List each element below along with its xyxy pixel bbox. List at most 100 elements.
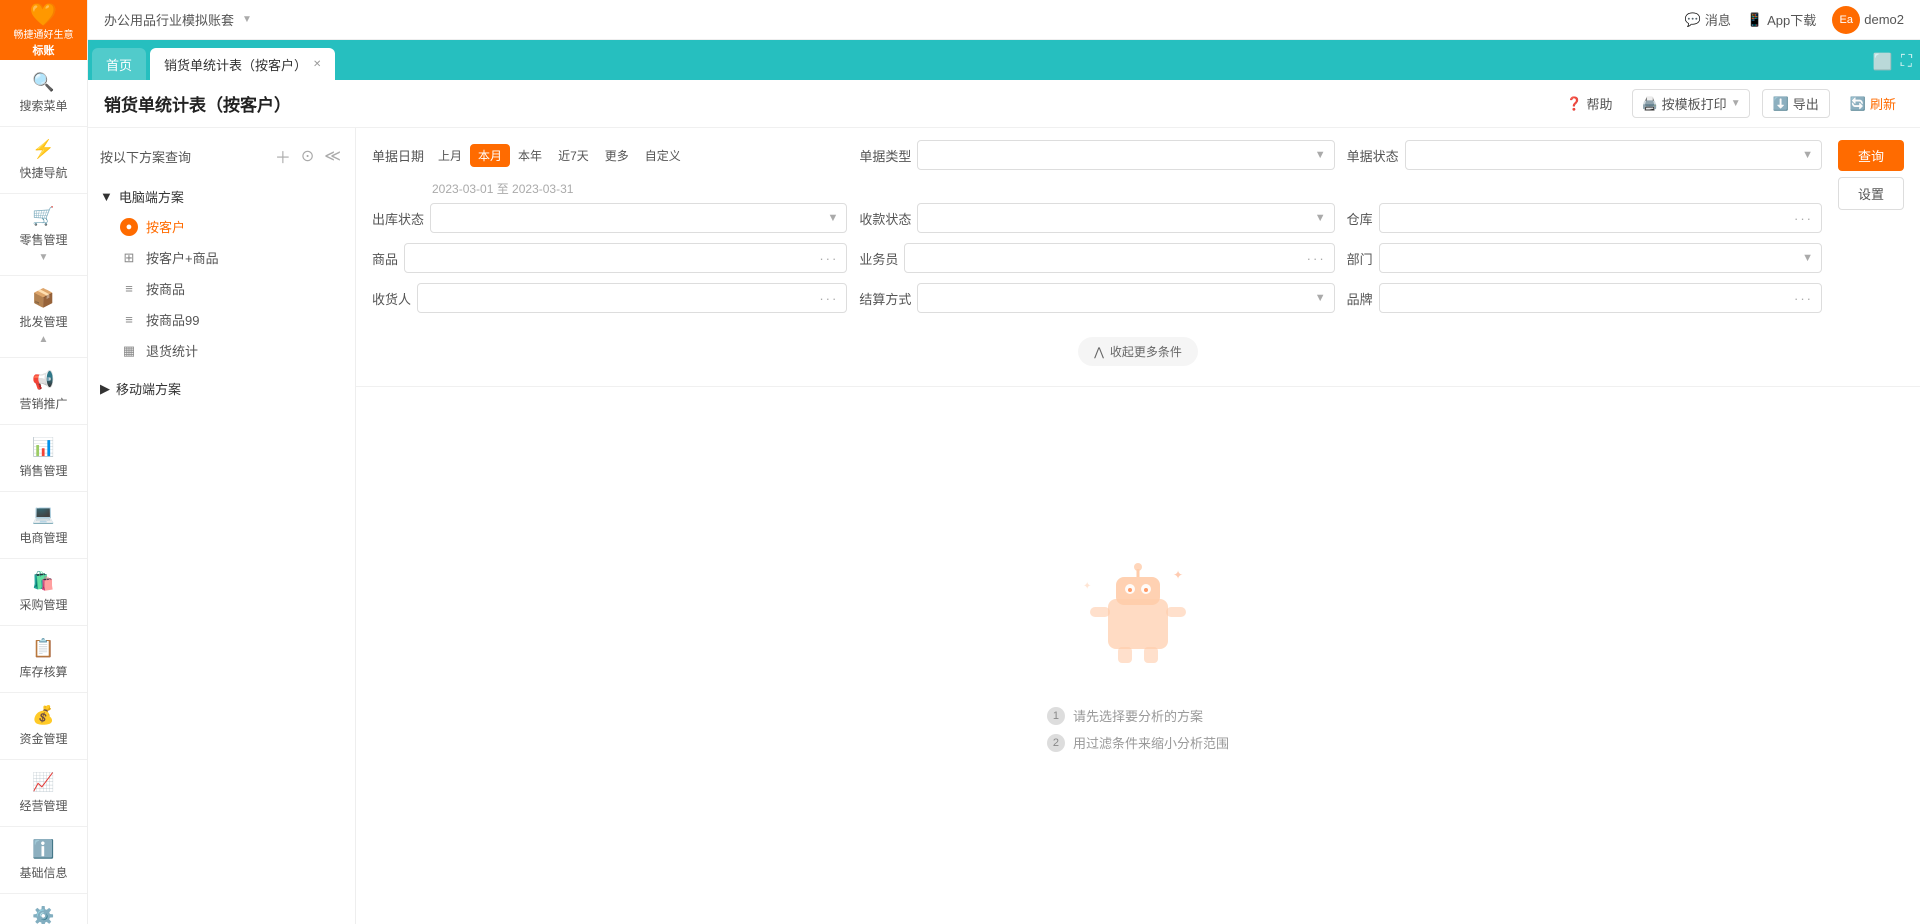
finance-icon: 💰 [32,705,54,726]
sidebar-item-label: 库存核算 [19,663,67,680]
department-arrow: ▼ [1802,252,1813,264]
scheme-add-icon[interactable]: ＋ [273,142,293,170]
export-button[interactable]: ⬇️ 导出 [1762,89,1830,118]
scheme-item-by-customer-goods[interactable]: ⊞ 按客户+商品 [88,242,355,273]
sidebar-item-label: 搜索菜单 [19,97,67,114]
date-btn-this-year[interactable]: 本年 [510,144,550,167]
page-actions: ❓ 帮助 🖨️ 按模板打印 ▼ ⬇️ 导出 🔄 刷新 [1558,89,1904,118]
tab-home[interactable]: 首页 [92,48,146,80]
help-label: 帮助 [1586,94,1612,113]
message-button[interactable]: 💬 消息 [1685,10,1731,29]
sidebar-item-label: 基础信息 [19,864,67,881]
scheme-group-mobile-title[interactable]: ▶ 移动端方案 [88,374,355,403]
tip-num-1: 1 [1047,707,1065,725]
message-label: 消息 [1705,10,1731,29]
doc-type-select[interactable]: ▼ [917,140,1334,170]
tab-close-icon[interactable]: ✕ [313,59,321,70]
scheme-collapse-icon[interactable]: ≪ [322,144,343,168]
department-select[interactable]: ▼ [1379,243,1822,273]
settings-button[interactable]: 设置 [1838,177,1904,210]
breadcrumb-text: 办公用品行业模拟账套 [104,10,234,29]
filter-cell-doc-status: 单据状态 ▼ [1347,140,1822,170]
scheme-panel-header: 按以下方案查询 ＋ ⊙ ≪ [88,136,355,178]
receiver-input[interactable]: ··· [417,283,847,313]
empty-state: ✦ ✦ 1 请先选择要分析的方案 2 用过滤条件来缩小分析范围 [1047,387,1229,924]
collect-status-select[interactable]: ▼ [917,203,1334,233]
query-button[interactable]: 查询 [1838,140,1904,171]
tip-text-1: 请先选择要分析的方案 [1073,706,1203,725]
app-download-button[interactable]: 📱 App下载 [1747,10,1816,29]
scheme-item-by-goods[interactable]: ≡ 按商品 [88,273,355,304]
sidebar-item-quick-nav[interactable]: ⚡ 快捷导航 [0,127,88,194]
sidebar-item-label: 营销推广 [19,395,67,412]
warehouse-input[interactable]: ··· [1379,203,1822,233]
tab-home-label: 首页 [106,55,132,74]
sidebar-item-purchase[interactable]: 🛍️ 采购管理 [0,559,88,626]
scheme-item-return-stat[interactable]: ▦ 退货统计 [88,335,355,366]
sidebar-item-finance[interactable]: 💰 资金管理 [0,693,88,760]
scheme-item-label: 按客户 [146,217,185,236]
sidebar: 🧡 畅捷通好生意 标账 🔍 搜索菜单 ⚡ 快捷导航 🛒 零售管理 ▼ 📦 批发管… [0,0,88,924]
empty-svg: ✦ ✦ [1078,559,1198,669]
salesman-label: 业务员 [859,249,898,268]
search-menu-icon: 🔍 [32,72,54,93]
filter-grid-row4: 收货人 ··· 结算方式 [372,283,1822,313]
date-btn-custom[interactable]: 自定义 [637,144,689,167]
tab-bar: 首页 销货单统计表（按客户） ✕ ⬜ ⛶ [88,40,1920,80]
results-area: ✦ ✦ 1 请先选择要分析的方案 2 用过滤条件来缩小分析范围 [356,387,1920,924]
out-status-select[interactable]: ▼ [430,203,847,233]
goods-input[interactable]: ··· [404,243,847,273]
sidebar-item-wholesale[interactable]: 📦 批发管理 ▲ [0,276,88,358]
scheme-item-by-goods99[interactable]: ≡ 按商品99 [88,304,355,335]
date-btn-more[interactable]: 更多 [597,144,637,167]
doc-status-arrow: ▼ [1802,149,1813,161]
by-customer-goods-icon: ⊞ [120,249,138,267]
help-button[interactable]: ❓ 帮助 [1558,90,1620,117]
scheme-item-by-customer[interactable]: ● 按客户 [88,211,355,242]
sidebar-item-ecommerce[interactable]: 💻 电商管理 [0,492,88,559]
tab-maximize-icon[interactable]: ⛶ [1901,53,1912,79]
tab-collapse-icon[interactable]: ⬜ [1873,52,1893,80]
collapse-button[interactable]: ⋀ 收起更多条件 [1078,337,1198,366]
sidebar-item-inventory[interactable]: 📋 库存核算 [0,626,88,693]
sidebar-item-sys-mgmt[interactable]: ⚙️ 系统管理 [0,894,88,924]
mobile-group-arrow: ▶ [100,381,110,397]
sidebar-item-label: 批发管理 [19,313,67,330]
sidebar-item-retail[interactable]: 🛒 零售管理 ▼ [0,194,88,276]
out-status-label: 出库状态 [372,209,424,228]
collapse-label: 收起更多条件 [1110,343,1182,360]
main-area: 办公用品行业模拟账套 ▼ 💬 消息 📱 App下载 Ea demo2 首页 [88,0,1920,924]
scheme-group-desktop-title[interactable]: ▼ 电脑端方案 [88,182,355,211]
filter-cell-department: 部门 ▼ [1347,243,1822,273]
date-btn-last-month[interactable]: 上月 [430,144,470,167]
doc-status-select[interactable]: ▼ [1405,140,1822,170]
tab-sales-stat[interactable]: 销货单统计表（按客户） ✕ [150,48,335,80]
retail-expand-arrow: ▼ [39,252,49,263]
brand-input[interactable]: ··· [1379,283,1822,313]
sidebar-item-marketing[interactable]: 📢 营销推广 [0,358,88,425]
salesman-input[interactable]: ··· [904,243,1334,273]
doc-type-label: 单据类型 [859,146,911,165]
payment-select[interactable]: ▼ [917,283,1334,313]
filter-cell-goods: 商品 ··· [372,243,847,273]
avatar-initials: Ea [1840,14,1853,26]
refresh-button[interactable]: 🔄 刷新 [1842,90,1904,117]
warehouse-label: 仓库 [1347,209,1373,228]
breadcrumb[interactable]: 办公用品行业模拟账套 ▼ [104,10,252,29]
sidebar-item-search-menu[interactable]: 🔍 搜索菜单 [0,60,88,127]
content-body: 按以下方案查询 ＋ ⊙ ≪ ▼ 电脑端方案 ● 按客户 [88,128,1920,924]
sidebar-item-sales-mgmt[interactable]: 📊 销售管理 [0,425,88,492]
sidebar-item-basic-info[interactable]: ℹ️ 基础信息 [0,827,88,894]
group-collapse-arrow: ▼ [100,189,113,204]
sidebar-item-operations[interactable]: 📈 经营管理 [0,760,88,827]
date-btn-this-month[interactable]: 本月 [470,144,510,167]
user-profile-button[interactable]: Ea demo2 [1832,6,1904,34]
scheme-settings-icon[interactable]: ⊙ [299,144,316,168]
filter-cell-salesman: 业务员 ··· [859,243,1334,273]
by-goods99-icon: ≡ [120,311,138,329]
tip-text-2: 用过滤条件来缩小分析范围 [1073,733,1229,752]
date-btn-last7[interactable]: 近7天 [550,144,597,167]
collapse-row: ⋀ 收起更多条件 [372,333,1904,382]
department-label: 部门 [1347,249,1373,268]
template-print-button[interactable]: 🖨️ 按模板打印 ▼ [1632,89,1749,118]
